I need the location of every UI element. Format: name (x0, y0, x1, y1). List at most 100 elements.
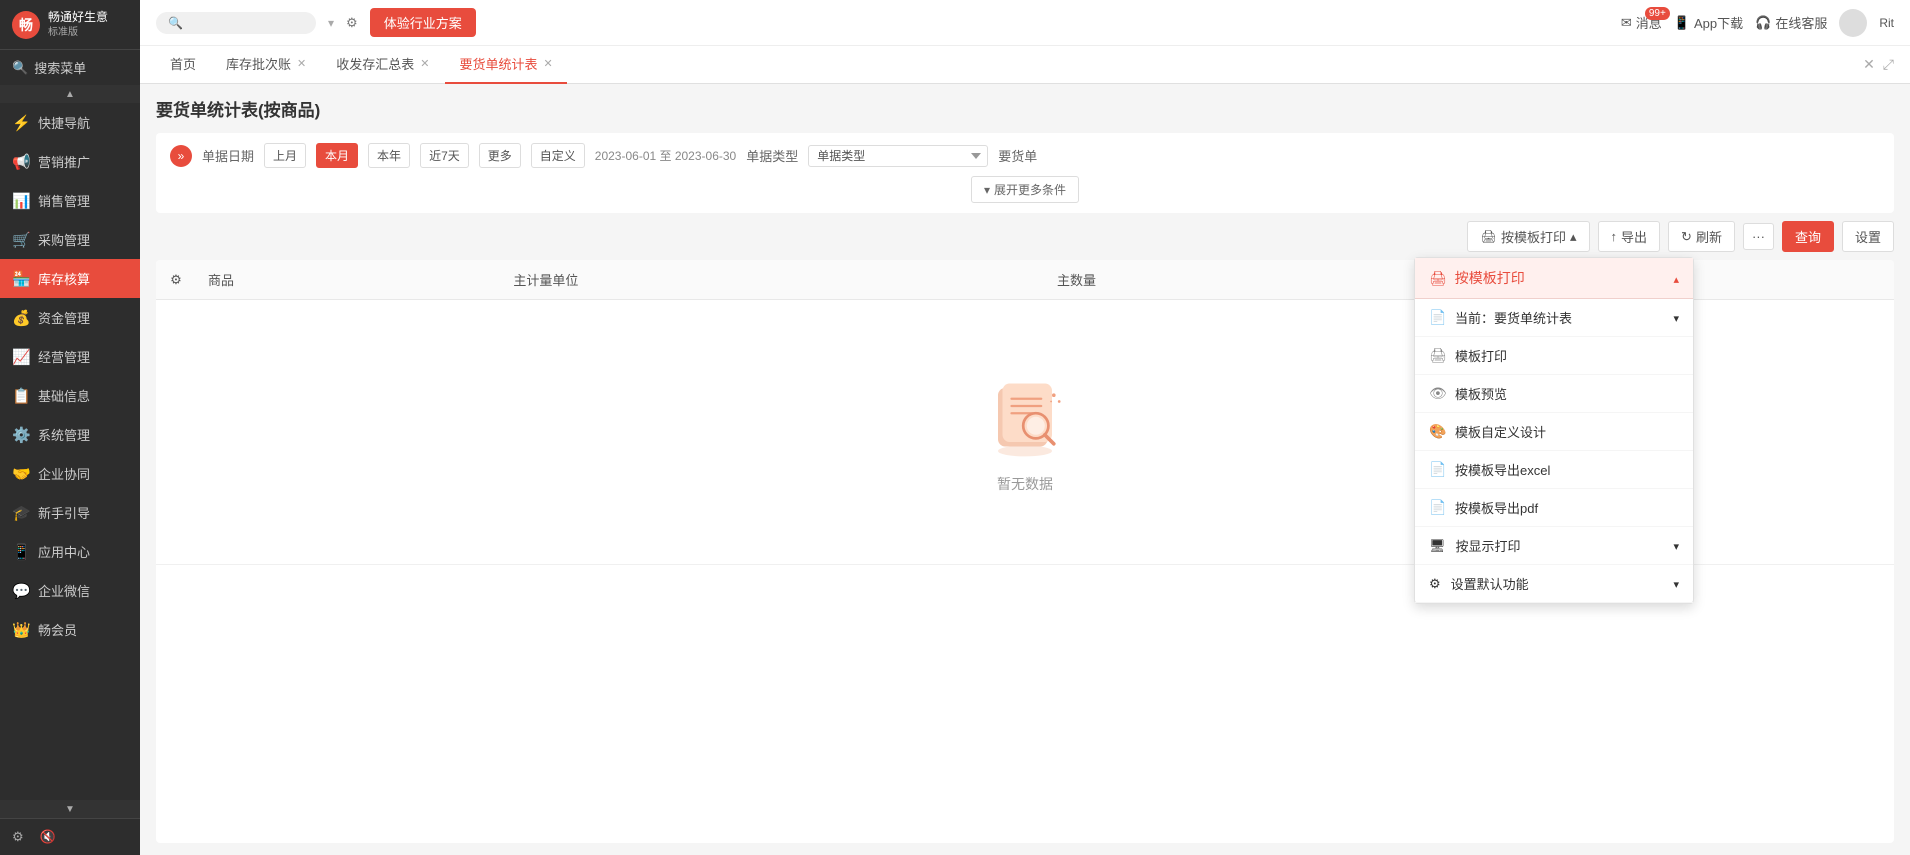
template-preview-label: 模板预览 (1455, 384, 1507, 403)
sidebar-item-purchase[interactable]: 🛒 采购管理 (0, 220, 140, 259)
online-service-btn[interactable]: 🎧 在线客服 (1755, 13, 1827, 32)
app-name: 畅通好生意 (48, 10, 108, 26)
doc-type-select[interactable]: 单据类型 (808, 145, 988, 167)
filter-toggle-btn[interactable]: » (170, 145, 192, 167)
messages-btn[interactable]: ✉ 消息 99+ (1621, 13, 1662, 32)
expand-more-btn[interactable]: ▾ 展开更多条件 (971, 176, 1079, 203)
app-logo: 畅 畅通好生意 标准版 (0, 0, 140, 50)
date-btn-last-month[interactable]: 上月 (264, 143, 306, 168)
sidebar-item-system[interactable]: ⚙️ 系统管理 (0, 415, 140, 454)
template-custom-label: 模板自定义设计 (1455, 422, 1546, 441)
sidebar-item-sales[interactable]: 📊 销售管理 (0, 181, 140, 220)
date-btn-this-month[interactable]: 本月 (316, 143, 358, 168)
tab-receipt-summary[interactable]: 收发存汇总表 ✕ (322, 46, 443, 84)
tab-expand-icon[interactable]: ⤢ (1883, 56, 1894, 73)
col-settings[interactable]: ⚙ (156, 260, 196, 300)
quick-nav-icon: ⚡ (12, 114, 30, 132)
print-dropdown-title: 按模板打印 (1455, 268, 1525, 288)
template-custom-icon: 🎨 (1429, 423, 1445, 440)
service-icon: 🎧 (1755, 15, 1771, 31)
sidebar-label-guide: 新手引导 (38, 503, 90, 522)
sidebar-item-operations[interactable]: 📈 经营管理 (0, 337, 140, 376)
sidebar-label-system: 系统管理 (38, 425, 90, 444)
date-btn-custom[interactable]: 自定义 (531, 143, 585, 168)
system-icon: ⚙️ (12, 426, 30, 444)
logo-icon: 畅 (12, 11, 40, 39)
sidebar-item-apps[interactable]: 📱 应用中心 (0, 532, 140, 571)
message-icon: ✉ (1621, 15, 1632, 31)
search-menu-btn[interactable]: 🔍 搜索菜单 (0, 50, 140, 85)
scroll-up-btn[interactable]: ▲ (0, 85, 140, 103)
order-stats-tab-label: 要货单统计表 (459, 54, 537, 73)
tab-home[interactable]: 首页 (156, 46, 210, 84)
display-print-item[interactable]: 🖥 按显示打印 (1415, 527, 1693, 565)
settings-label: 设置 (1855, 227, 1881, 246)
sidebar-item-wecom[interactable]: 💬 企业微信 (0, 571, 140, 610)
tab-order-stats[interactable]: 要货单统计表 ✕ (445, 46, 566, 84)
date-btn-more[interactable]: 更多 (479, 143, 521, 168)
sidebar-item-guide[interactable]: 🎓 新手引导 (0, 493, 140, 532)
empty-text: 暂无数据 (997, 474, 1053, 494)
sidebar-item-inventory[interactable]: 🏪 库存核算 (0, 259, 140, 298)
avatar[interactable] (1839, 9, 1867, 37)
export-excel-icon: 📄 (1429, 461, 1445, 478)
settings-btn[interactable]: 设置 (1842, 221, 1894, 252)
scroll-down-btn[interactable]: ▼ (0, 800, 140, 818)
template-print-icon: 🖨 (1429, 347, 1445, 364)
template-print-item[interactable]: 🖨 模板打印 (1415, 337, 1693, 375)
sidebar-nav: ⚡ 快捷导航 📢 营销推广 📊 销售管理 🛒 采购管理 🏪 库存核算 💰 资金管… (0, 103, 140, 800)
tab-batch-account[interactable]: 库存批次账 ✕ (212, 46, 320, 84)
batch-account-tab-label: 库存批次账 (226, 54, 291, 73)
batch-account-close-icon[interactable]: ✕ (297, 57, 306, 70)
app-download-btn[interactable]: 📱 App下载 (1674, 13, 1743, 32)
search-menu-label: 搜索菜单 (34, 58, 86, 77)
print-btn[interactable]: 🖨 按模板打印 ▴ (1467, 221, 1589, 252)
sidebar-label-apps: 应用中心 (38, 542, 90, 561)
more-btn[interactable]: ··· (1743, 223, 1774, 250)
date-btn-this-year[interactable]: 本年 (368, 143, 410, 168)
sidebar-label-operations: 经营管理 (38, 347, 90, 366)
empty-illustration (980, 370, 1070, 460)
mute-footer-icon[interactable]: 🔇 (40, 829, 56, 845)
template-preview-item[interactable]: 👁 模板预览 (1415, 375, 1693, 413)
sidebar-label-sales: 销售管理 (38, 191, 90, 210)
export-pdf-item[interactable]: 📄 按模板导出pdf (1415, 489, 1693, 527)
dropdown-area[interactable]: ▾ (328, 16, 334, 30)
global-search[interactable]: 🔍 (156, 12, 316, 34)
export-btn[interactable]: ↑ 导出 (1598, 221, 1661, 252)
inventory-icon: 🏪 (12, 270, 30, 288)
sidebar-item-marketing[interactable]: 📢 营销推广 (0, 142, 140, 181)
refresh-btn[interactable]: ↻ 刷新 (1668, 221, 1735, 252)
display-print-icon: 🖥 (1429, 538, 1446, 554)
export-pdf-label: 按模板导出pdf (1455, 498, 1538, 517)
expand-down-icon: ▾ (984, 183, 990, 197)
current-template-item[interactable]: 📄 当前：要货单统计表 (1415, 299, 1693, 337)
settings-footer-icon[interactable]: ⚙ (12, 829, 24, 845)
print-header-icon: 🖨 (1429, 270, 1447, 287)
header-settings-icon[interactable]: ⚙ (346, 15, 358, 31)
date-btn-last-7-days[interactable]: 近7天 (420, 143, 469, 168)
sidebar-item-finance[interactable]: 💰 资金管理 (0, 298, 140, 337)
col-unit: 主计量单位 (501, 260, 1045, 300)
template-custom-item[interactable]: 🎨 模板自定义设计 (1415, 413, 1693, 451)
toolbar: 🖨 按模板打印 📄 当前：要货单统计表 🖨 模板打印 (156, 221, 1894, 252)
set-default-item[interactable]: ⚙ 设置默认功能 (1415, 565, 1693, 603)
sidebar-item-collab[interactable]: 🤝 企业协同 (0, 454, 140, 493)
sidebar-item-member[interactable]: 👑 畅会员 (0, 610, 140, 649)
wecom-icon: 💬 (12, 582, 30, 600)
order-stats-close-icon[interactable]: ✕ (544, 57, 553, 70)
tab-close-icon[interactable]: ✕ (1863, 56, 1875, 73)
export-label: 导出 (1621, 227, 1647, 246)
trial-btn[interactable]: 体验行业方案 (370, 8, 476, 37)
order-col-label: 要货单 (998, 146, 1037, 165)
sidebar-item-base[interactable]: 📋 基础信息 (0, 376, 140, 415)
export-excel-item[interactable]: 📄 按模板导出excel (1415, 451, 1693, 489)
sidebar-item-quick-nav[interactable]: ⚡ 快捷导航 (0, 103, 140, 142)
print-chevron-icon: ▴ (1570, 229, 1577, 245)
marketing-icon: 📢 (12, 153, 30, 171)
receipt-summary-close-icon[interactable]: ✕ (420, 57, 429, 70)
export-pdf-icon: 📄 (1429, 499, 1445, 516)
query-btn[interactable]: 查询 (1782, 221, 1834, 252)
set-default-icon: ⚙ (1429, 576, 1441, 592)
print-dropdown-header[interactable]: 🖨 按模板打印 (1415, 258, 1693, 299)
